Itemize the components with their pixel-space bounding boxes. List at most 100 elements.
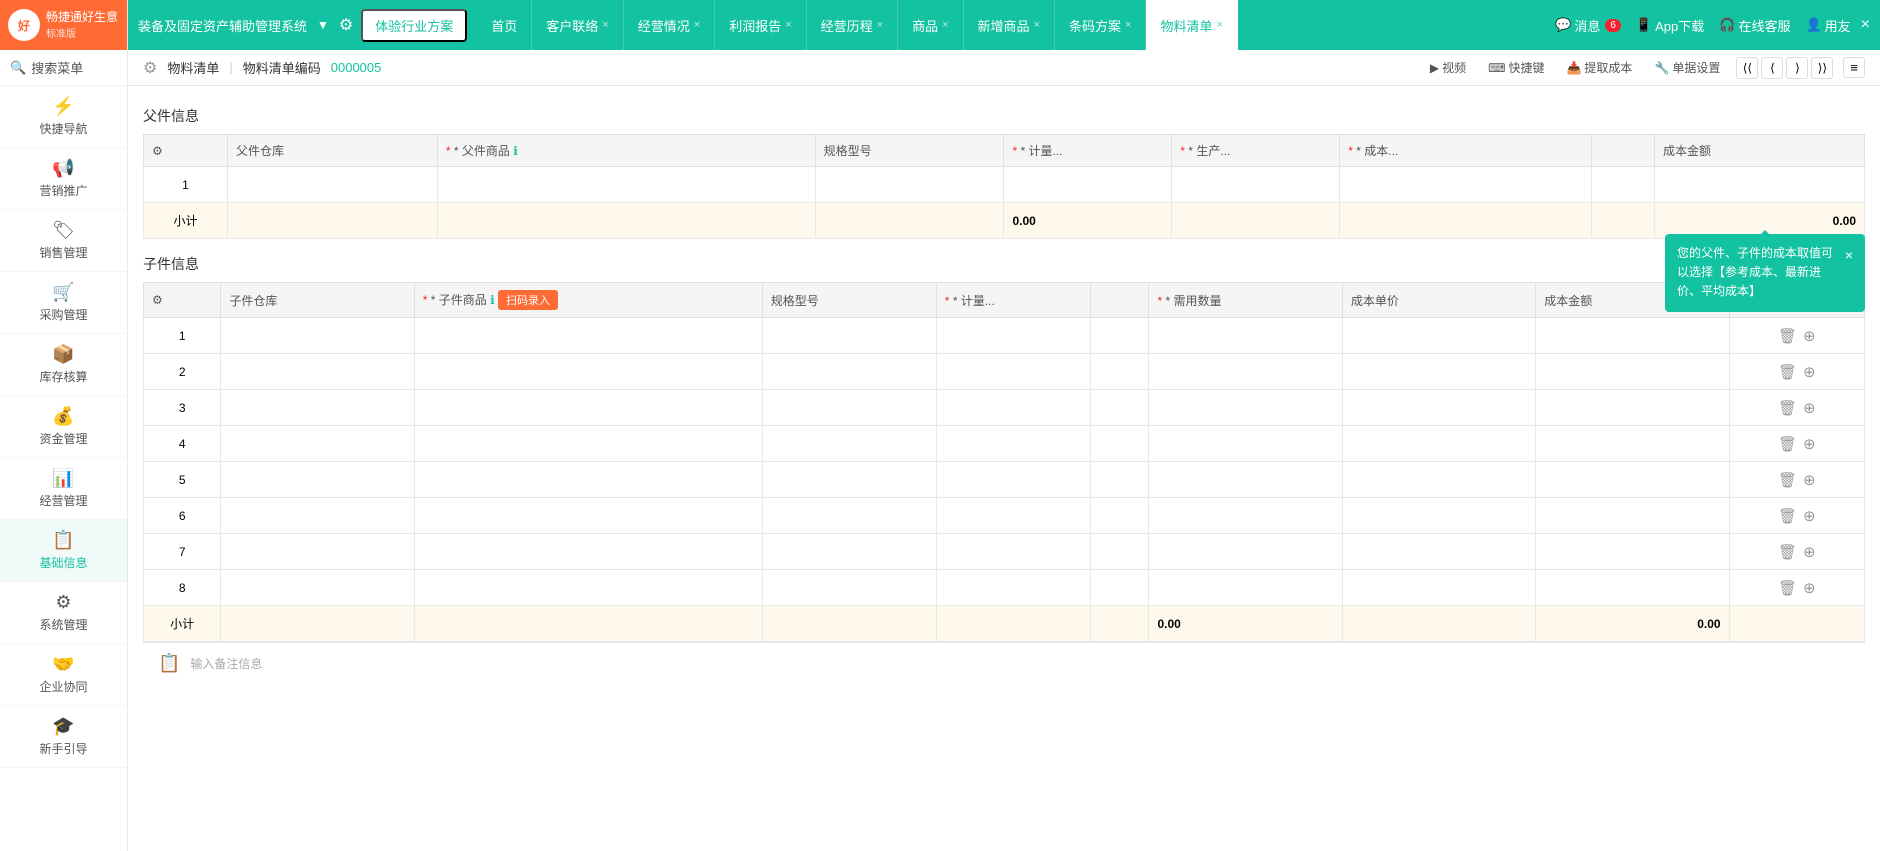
child-row-costamt[interactable] bbox=[1536, 570, 1729, 606]
child-row-qty[interactable] bbox=[1149, 390, 1342, 426]
child-row-qty[interactable] bbox=[1149, 534, 1342, 570]
child-row-unitcost[interactable] bbox=[1342, 462, 1535, 498]
child-row-costamt[interactable] bbox=[1536, 354, 1729, 390]
parent-row-prod[interactable] bbox=[1172, 167, 1340, 203]
sidebar-item-basic[interactable]: 📋 基础信息 bbox=[0, 520, 127, 582]
delete-icon[interactable]: 🗑 bbox=[1778, 399, 1797, 417]
tab-history[interactable]: 经营历程 × bbox=[807, 0, 898, 50]
sidebar-item-sales[interactable]: 🏷 销售管理 bbox=[0, 210, 127, 272]
copy-icon[interactable]: ⊕ bbox=[1803, 471, 1816, 489]
tab-history-close[interactable]: × bbox=[877, 19, 883, 31]
delete-icon[interactable]: 🗑 bbox=[1778, 471, 1797, 489]
child-row-unit[interactable] bbox=[936, 462, 1091, 498]
copy-icon[interactable]: ⊕ bbox=[1803, 435, 1816, 453]
copy-icon[interactable]: ⊕ bbox=[1803, 579, 1816, 597]
child-row-unitcost[interactable] bbox=[1342, 498, 1535, 534]
topbar-close-icon[interactable]: × bbox=[1861, 16, 1870, 34]
sidebar-item-finance[interactable]: 💰 资金管理 bbox=[0, 396, 127, 458]
child-row-costamt[interactable] bbox=[1536, 534, 1729, 570]
child-row-unit[interactable] bbox=[936, 570, 1091, 606]
tab-bom-close[interactable]: × bbox=[1216, 19, 1222, 31]
child-row-unitcost[interactable] bbox=[1342, 318, 1535, 354]
nav-prev-prev-btn[interactable]: ⟨⟨ bbox=[1736, 57, 1758, 79]
sidebar-item-guide[interactable]: 🎓 新手引导 bbox=[0, 706, 127, 768]
child-row-spec[interactable] bbox=[762, 462, 936, 498]
parent-row-costamt[interactable] bbox=[1655, 167, 1865, 203]
child-row-qty[interactable] bbox=[1149, 498, 1342, 534]
child-row-warehouse[interactable] bbox=[221, 390, 414, 426]
note-placeholder[interactable]: 输入备注信息 bbox=[190, 655, 262, 672]
tab-customer-close[interactable]: × bbox=[602, 19, 608, 31]
child-row-unit[interactable] bbox=[936, 426, 1091, 462]
copy-icon[interactable]: ⊕ bbox=[1803, 543, 1816, 561]
child-row-spec[interactable] bbox=[762, 354, 936, 390]
child-row-spec[interactable] bbox=[762, 534, 936, 570]
delete-icon[interactable]: 🗑 bbox=[1778, 543, 1797, 561]
parent-row-spec[interactable] bbox=[815, 167, 1004, 203]
child-row-spec[interactable] bbox=[762, 318, 936, 354]
app-download-btn[interactable]: 📱 App下载 bbox=[1636, 16, 1704, 35]
tab-bom[interactable]: 物料清单 × bbox=[1146, 0, 1237, 50]
copy-icon[interactable]: ⊕ bbox=[1803, 363, 1816, 381]
child-row-unit[interactable] bbox=[936, 390, 1091, 426]
child-row-product[interactable] bbox=[414, 354, 762, 390]
child-row-unit[interactable] bbox=[936, 318, 1091, 354]
child-row-product[interactable] bbox=[414, 318, 762, 354]
nav-next-btn[interactable]: ⟩ bbox=[1786, 57, 1808, 79]
child-row-unitcost[interactable] bbox=[1342, 426, 1535, 462]
delete-icon[interactable]: 🗑 bbox=[1778, 327, 1797, 345]
copy-icon[interactable]: ⊕ bbox=[1803, 327, 1816, 345]
sidebar-item-collab[interactable]: 🤝 企业协同 bbox=[0, 644, 127, 706]
tab-operation-status[interactable]: 经营情况 × bbox=[624, 0, 715, 50]
child-row-warehouse[interactable] bbox=[221, 534, 414, 570]
child-row-unitcost[interactable] bbox=[1342, 534, 1535, 570]
child-col-settings[interactable]: ⚙ bbox=[144, 283, 221, 318]
child-row-spec[interactable] bbox=[762, 426, 936, 462]
child-row-warehouse[interactable] bbox=[221, 354, 414, 390]
child-row-costamt[interactable] bbox=[1536, 498, 1729, 534]
child-row-costamt[interactable] bbox=[1536, 318, 1729, 354]
tab-home[interactable]: 首页 bbox=[477, 0, 532, 50]
gear-icon[interactable]: ⚙ bbox=[143, 58, 157, 78]
delete-icon[interactable]: 🗑 bbox=[1778, 435, 1797, 453]
chevron-down-icon[interactable]: ▼ bbox=[317, 18, 329, 32]
child-row-warehouse[interactable] bbox=[221, 462, 414, 498]
parent-row-cost[interactable] bbox=[1340, 167, 1592, 203]
parent-row-warehouse[interactable] bbox=[227, 167, 437, 203]
sidebar-search[interactable]: 🔍 搜索菜单 bbox=[0, 50, 127, 86]
sidebar-item-system[interactable]: ⚙ 系统管理 bbox=[0, 582, 127, 644]
child-row-warehouse[interactable] bbox=[221, 570, 414, 606]
copy-icon[interactable]: ⊕ bbox=[1803, 399, 1816, 417]
sidebar-item-operation[interactable]: 📊 经营管理 bbox=[0, 458, 127, 520]
tab-goods[interactable]: 商品 × bbox=[898, 0, 963, 50]
view-btn[interactable]: ▶ 视频 bbox=[1424, 56, 1472, 79]
delete-icon[interactable]: 🗑 bbox=[1778, 507, 1797, 525]
child-row-unitcost[interactable] bbox=[1342, 570, 1535, 606]
parent-row-product[interactable] bbox=[437, 167, 815, 203]
experience-btn[interactable]: 体验行业方案 bbox=[361, 9, 467, 42]
child-row-unit[interactable] bbox=[936, 498, 1091, 534]
sidebar-item-stock[interactable]: 📦 库存核算 bbox=[0, 334, 127, 396]
nav-prev-btn[interactable]: ⟨ bbox=[1761, 57, 1783, 79]
child-row-warehouse[interactable] bbox=[221, 318, 414, 354]
child-row-spec[interactable] bbox=[762, 570, 936, 606]
online-service-btn[interactable]: 🎧 在线客服 bbox=[1719, 16, 1790, 35]
list-view-btn[interactable]: ≡ bbox=[1843, 57, 1865, 78]
tab-customer[interactable]: 客户联络 × bbox=[532, 0, 623, 50]
child-row-product[interactable] bbox=[414, 570, 762, 606]
parent-col-settings[interactable]: ⚙ bbox=[144, 135, 228, 167]
single-settings-btn[interactable]: 🔧 单据设置 bbox=[1648, 56, 1726, 79]
tooltip-close-btn[interactable]: × bbox=[1845, 244, 1853, 266]
child-row-unit[interactable] bbox=[936, 534, 1091, 570]
child-row-product[interactable] bbox=[414, 498, 762, 534]
child-row-qty[interactable] bbox=[1149, 570, 1342, 606]
child-row-unit[interactable] bbox=[936, 354, 1091, 390]
child-row-qty[interactable] bbox=[1149, 426, 1342, 462]
child-row-product[interactable] bbox=[414, 462, 762, 498]
child-row-warehouse[interactable] bbox=[221, 498, 414, 534]
tab-new-goods[interactable]: 新增商品 × bbox=[964, 0, 1055, 50]
child-row-unitcost[interactable] bbox=[1342, 354, 1535, 390]
child-row-warehouse[interactable] bbox=[221, 426, 414, 462]
child-row-spec[interactable] bbox=[762, 390, 936, 426]
tab-profit[interactable]: 利润报告 × bbox=[715, 0, 806, 50]
